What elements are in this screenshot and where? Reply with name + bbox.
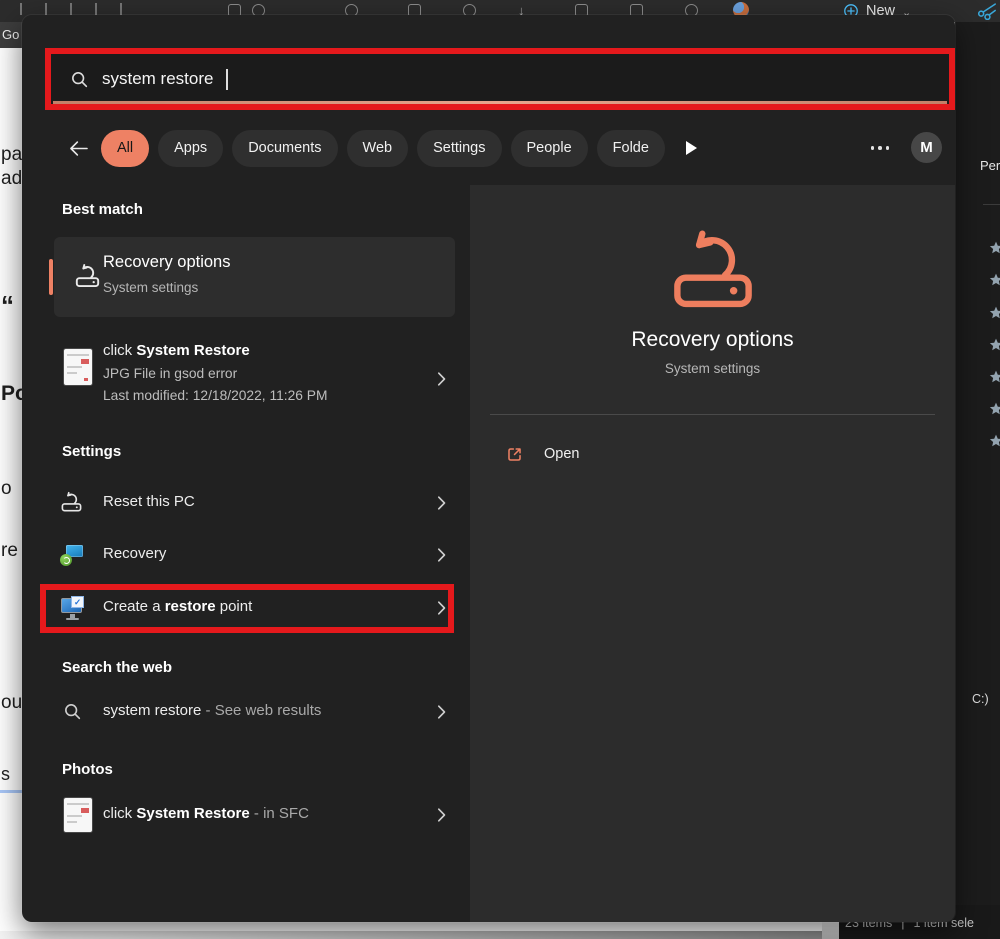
pin-icon <box>988 401 1000 417</box>
window-edge-icon <box>95 3 97 15</box>
search-icon <box>63 702 82 726</box>
account-avatar[interactable]: M <box>911 132 942 163</box>
window-edge-icon <box>70 3 72 15</box>
page-text-fragment: s <box>1 764 10 784</box>
drive-label-fragment: C:) <box>972 692 989 706</box>
search-focus-underline <box>53 101 947 104</box>
search-icon <box>70 70 89 89</box>
scrollbar-corner <box>822 920 839 939</box>
explorer-text-fragment: Per <box>980 158 1000 173</box>
filters-overflow-button[interactable] <box>686 137 706 159</box>
pin-icon <box>988 240 1000 256</box>
section-heading-settings: Settings <box>62 443 122 460</box>
result-preview-pane: Recovery options System settings Open <box>470 185 955 922</box>
filter-tab-documents[interactable]: Documents <box>232 129 338 167</box>
play-triangle-icon <box>686 141 697 155</box>
settings-result-label: Reset this PC <box>103 493 195 510</box>
open-action[interactable]: Open <box>505 440 579 468</box>
photo-result-label: click System Restore - in SFC <box>103 805 309 822</box>
background-webpage: Go pa ad “ Po o re ou s <box>0 22 28 939</box>
page-text-fragment: “ <box>1 290 14 320</box>
filter-tab-all[interactable]: All <box>101 129 150 167</box>
filter-tab-apps[interactable]: Apps <box>158 129 224 167</box>
settings-result-create-restore-point[interactable]: Create a restore point <box>54 590 455 626</box>
page-text-fragment: ou <box>1 692 23 713</box>
chevron-right-icon <box>436 546 447 569</box>
section-heading-web: Search the web <box>62 659 173 676</box>
page-text-fragment: pa <box>1 144 23 165</box>
windows-search-panel: system restore All Apps Documents Web Se… <box>21 14 956 923</box>
window-edge-icon <box>20 3 22 15</box>
page-text-fragment: re <box>1 540 18 561</box>
settings-result-label: Create a restore point <box>103 598 253 615</box>
link-underline <box>0 790 23 793</box>
file-result-title: click System Restore <box>103 342 250 359</box>
filter-tab-folders[interactable]: Folde <box>596 129 665 167</box>
pin-icon <box>988 305 1000 321</box>
photo-thumbnail <box>64 798 92 832</box>
file-result-modified: Last modified: 12/18/2022, 11:26 PM <box>103 388 328 403</box>
chevron-right-icon <box>436 806 447 829</box>
window-edge-icon <box>45 3 47 15</box>
search-input[interactable]: system restore <box>51 54 949 104</box>
filter-tab-web[interactable]: Web <box>346 129 409 167</box>
chevron-right-icon <box>436 370 447 393</box>
result-title: Recovery options <box>103 253 231 271</box>
file-result[interactable]: click System Restore JPG File in gsod er… <box>54 337 455 423</box>
recovery-control-panel-icon <box>60 543 84 567</box>
screen: ↓ New ⌄ Go pa ad “ Po o re ou s Per C:) … <box>0 0 1000 939</box>
web-search-result[interactable]: system restore - See web results <box>54 694 455 730</box>
search-query-text: system restore <box>102 69 214 88</box>
reset-pc-icon <box>60 491 83 519</box>
preview-subtitle: System settings <box>664 361 761 376</box>
section-heading-photos: Photos <box>62 761 113 778</box>
filter-tabs: All Apps Documents Web Settings People F… <box>101 128 665 168</box>
open-external-icon <box>505 445 524 464</box>
file-thumbnail <box>64 349 92 385</box>
pin-icon <box>988 272 1000 288</box>
preview-title: Recovery options <box>631 328 794 351</box>
pin-icon <box>988 337 1000 353</box>
section-heading-best-match: Best match <box>62 201 143 218</box>
chevron-right-icon <box>436 703 447 726</box>
selection-accent-bar <box>49 259 53 295</box>
web-result-label: system restore - See web results <box>103 702 322 719</box>
window-edge-icon <box>120 3 122 15</box>
pin-icon <box>988 369 1000 385</box>
text-cursor <box>226 68 228 90</box>
divider <box>983 204 1000 205</box>
horizontal-scrollbar[interactable] <box>0 931 830 939</box>
filter-tab-people[interactable]: People <box>510 129 588 167</box>
file-result-type: JPG File in gsod error <box>103 366 238 381</box>
result-subtitle: System settings <box>103 280 199 295</box>
divider <box>490 414 935 415</box>
settings-result-label: Recovery <box>103 545 167 562</box>
back-button[interactable] <box>63 134 93 162</box>
page-bottom <box>0 922 830 931</box>
recovery-drive-icon-large <box>668 227 758 322</box>
page-text-fragment: o <box>1 478 12 499</box>
chevron-right-icon <box>436 599 447 622</box>
search-filter-row: All Apps Documents Web Settings People F… <box>22 128 955 168</box>
settings-result-recovery[interactable]: Recovery <box>54 537 455 573</box>
filter-tab-settings[interactable]: Settings <box>417 129 502 167</box>
recovery-drive-icon <box>74 263 101 295</box>
browser-tab-fragment: Go <box>0 22 23 48</box>
more-options-button[interactable] <box>867 139 893 157</box>
restore-point-icon <box>60 596 84 620</box>
chevron-right-icon <box>436 494 447 517</box>
open-action-label: Open <box>544 446 580 462</box>
settings-result-reset-pc[interactable]: Reset this PC <box>54 485 455 521</box>
page-text-fragment: ad <box>1 168 23 189</box>
photo-result[interactable]: click System Restore - in SFC <box>54 795 455 835</box>
pin-icon <box>988 433 1000 449</box>
back-arrow-icon <box>68 140 89 157</box>
file-explorer-edge: Per C:) <box>955 22 1000 939</box>
annotation-box-search: system restore <box>45 48 955 110</box>
best-match-result[interactable]: Recovery options System settings <box>54 237 455 317</box>
